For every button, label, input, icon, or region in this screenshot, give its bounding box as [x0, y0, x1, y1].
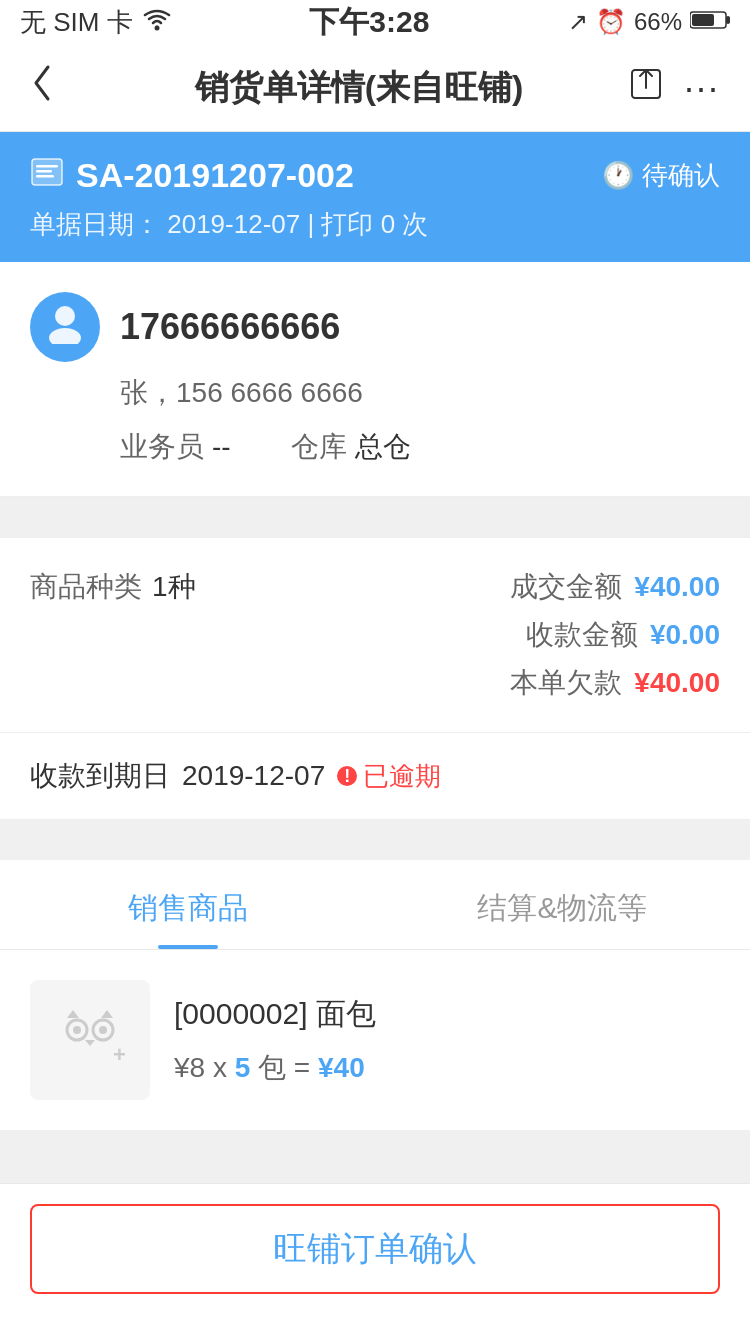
status-right: ↗ ⏰ 66% — [568, 8, 730, 36]
svg-rect-3 — [692, 14, 714, 26]
summary-card: 商品种类 1种 成交金额 ¥40.00 收款金额 ¥0.00 本单欠款 ¥40.… — [0, 537, 750, 733]
status-time: 下午3:28 — [309, 2, 429, 43]
due-date-card: 收款到期日 2019-12-07 ! 已逾期 — [0, 733, 750, 820]
order-status: 🕐 待确认 — [602, 158, 720, 193]
status-left: 无 SIM 卡 — [20, 5, 171, 40]
amount-label: 成交金额 — [510, 568, 622, 606]
salesperson-label: 业务员 — [120, 428, 204, 466]
alarm-icon: ⏰ — [596, 8, 626, 36]
received-label: 收款金额 — [526, 616, 638, 654]
salesperson-value: -- — [212, 431, 231, 463]
received-row: 收款金额 ¥0.00 — [526, 616, 720, 654]
svg-rect-8 — [36, 175, 54, 178]
total-highlight: ¥40 — [318, 1052, 365, 1083]
product-info: [0000002] 面包 ¥8 x 5 包 = ¥40 — [174, 994, 720, 1087]
product-list: + [0000002] 面包 ¥8 x 5 包 = ¥40 — [0, 950, 750, 1131]
svg-rect-7 — [36, 170, 52, 173]
page-title: 销货单详情(来自旺铺) — [90, 65, 628, 111]
avatar-icon — [43, 300, 87, 354]
svg-point-14 — [73, 1026, 81, 1034]
due-date-label: 收款到期日 — [30, 757, 170, 795]
tab-products-label: 销售商品 — [128, 891, 248, 924]
summary-right: 成交金额 ¥40.00 收款金额 ¥0.00 本单欠款 ¥40.00 — [510, 568, 720, 702]
summary-left: 商品种类 1种 — [30, 568, 196, 606]
back-button[interactable] — [30, 63, 90, 112]
overdue-badge: ! 已逾期 — [337, 759, 441, 794]
tab-products[interactable]: 销售商品 — [0, 860, 375, 949]
svg-text:+: + — [113, 1042, 126, 1067]
product-logo: + — [45, 990, 135, 1090]
category-label: 商品种类 — [30, 568, 142, 606]
tabs: 销售商品 结算&物流等 — [0, 860, 750, 950]
product-item: + [0000002] 面包 ¥8 x 5 包 = ¥40 — [0, 950, 750, 1131]
product-price: ¥8 x 5 包 = ¥40 — [174, 1049, 720, 1087]
order-id: SA-20191207-002 — [30, 156, 354, 195]
due-date-value: 2019-12-07 — [182, 760, 325, 792]
product-title: 面包 — [316, 997, 376, 1030]
customer-card: 17666666666 张，156 6666 6666 业务员 -- 仓库 总仓 — [0, 262, 750, 497]
battery-text: 66% — [634, 8, 682, 36]
customer-meta: 业务员 -- 仓库 总仓 — [120, 428, 720, 466]
battery-icon — [690, 8, 730, 36]
category-value: 1种 — [152, 568, 196, 606]
debt-value: ¥40.00 — [634, 667, 720, 699]
svg-point-15 — [99, 1026, 107, 1034]
svg-point-9 — [55, 306, 75, 326]
customer-top: 17666666666 — [30, 292, 720, 362]
wifi-icon — [143, 7, 171, 38]
carrier-text: 无 SIM 卡 — [20, 5, 133, 40]
tab-settlement[interactable]: 结算&物流等 — [375, 860, 750, 949]
share-icon[interactable] — [628, 66, 664, 109]
debt-row: 本单欠款 ¥40.00 — [510, 664, 720, 702]
location-icon: ↗ — [568, 8, 588, 36]
customer-phone: 17666666666 — [120, 306, 340, 348]
svg-point-10 — [49, 328, 81, 344]
confirm-order-button[interactable]: 旺铺订单确认 — [30, 1204, 720, 1294]
product-image: + — [30, 980, 150, 1100]
product-name: [0000002] 面包 — [174, 994, 720, 1035]
product-code: [0000002] — [174, 997, 307, 1030]
warehouse-value: 总仓 — [355, 428, 411, 466]
amount-row: 成交金额 ¥40.00 — [510, 568, 720, 606]
nav-actions: ··· — [628, 66, 720, 109]
more-icon[interactable]: ··· — [684, 67, 720, 109]
avatar — [30, 292, 100, 362]
svg-rect-2 — [726, 16, 730, 24]
warehouse-label: 仓库 — [291, 428, 347, 466]
quantity-highlight: 5 — [235, 1052, 251, 1083]
svg-point-0 — [154, 25, 159, 30]
tab-settlement-label: 结算&物流等 — [477, 891, 647, 924]
status-text: 待确认 — [642, 158, 720, 193]
overdue-text: 已逾期 — [363, 759, 441, 794]
order-icon — [30, 156, 64, 195]
svg-rect-6 — [36, 165, 58, 168]
status-bar: 无 SIM 卡 下午3:28 ↗ ⏰ 66% — [0, 0, 750, 44]
customer-name: 张，156 6666 6666 — [120, 374, 720, 412]
bottom-bar: 旺铺订单确认 — [0, 1183, 750, 1334]
order-date: 单据日期： 2019-12-07 | 打印 0 次 — [30, 207, 720, 242]
warehouse-meta: 仓库 总仓 — [291, 428, 411, 466]
amount-value: ¥40.00 — [634, 571, 720, 603]
separator-1 — [0, 497, 750, 517]
received-value: ¥0.00 — [650, 619, 720, 651]
debt-label: 本单欠款 — [510, 664, 622, 702]
nav-bar: 销货单详情(来自旺铺) ··· — [0, 44, 750, 132]
status-clock-icon: 🕐 — [602, 160, 634, 191]
salesperson-meta: 业务员 -- — [120, 428, 231, 466]
overdue-dot-icon: ! — [337, 766, 357, 786]
order-header: SA-20191207-002 🕐 待确认 单据日期： 2019-12-07 |… — [0, 132, 750, 262]
order-id-text: SA-20191207-002 — [76, 156, 354, 195]
separator-2 — [0, 820, 750, 840]
order-header-top: SA-20191207-002 🕐 待确认 — [30, 156, 720, 195]
